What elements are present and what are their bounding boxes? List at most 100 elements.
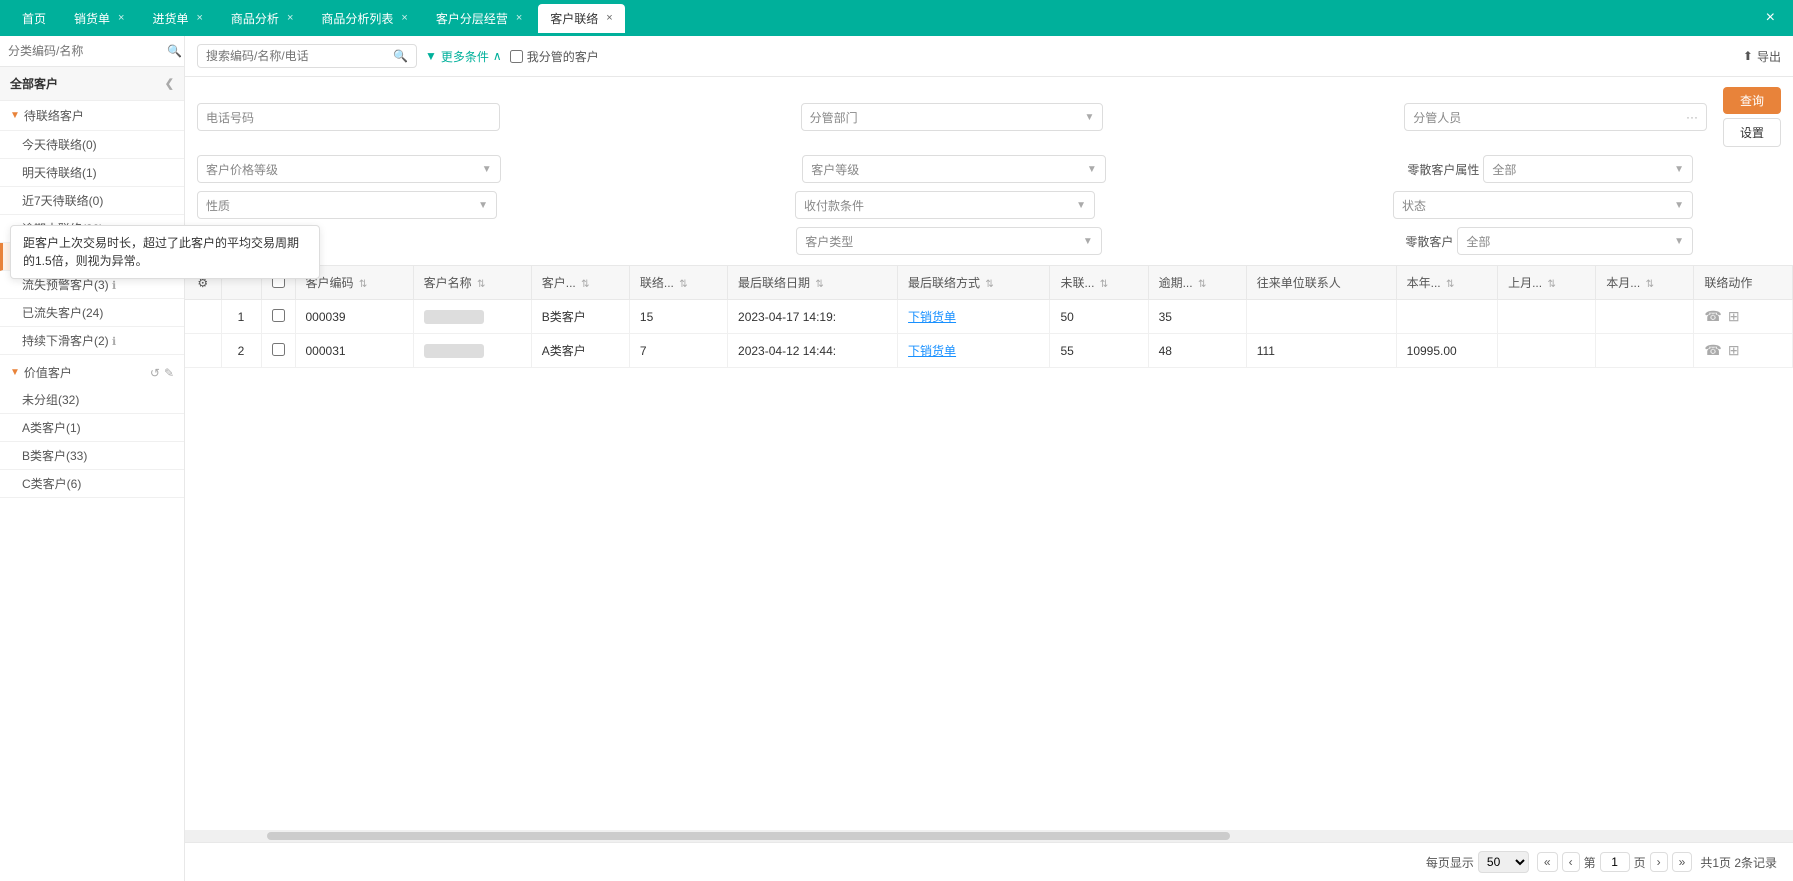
gender-field[interactable]: 性质 ▼ <box>197 191 497 219</box>
row2-code[interactable]: 000031 <box>295 334 413 368</box>
col-company-contact[interactable]: 往来单位联系人 <box>1246 266 1396 300</box>
col-last-month[interactable]: 上月... ⇅ <box>1498 266 1596 300</box>
retail-customer-field[interactable]: 全部 ▼ <box>1457 227 1693 255</box>
collapse-icon: ❮ <box>165 77 174 90</box>
edit-icon[interactable]: ✎ <box>164 366 174 380</box>
phone-field[interactable]: 电话号码 <box>197 103 500 131</box>
nav-purchase-close[interactable]: × <box>196 12 202 24</box>
scroll-thumb[interactable] <box>267 832 1229 840</box>
row1-last-contact-method[interactable]: 下销货单 <box>898 300 1050 334</box>
row1-checkbox-cell[interactable] <box>261 300 295 334</box>
row2-checkbox-cell[interactable] <box>261 334 295 368</box>
customer-level-arrow: ▼ <box>1087 164 1097 175</box>
row1-type: B类客户 <box>531 300 629 334</box>
export-button[interactable]: ⬆ 导出 <box>1743 48 1781 65</box>
name-sort-icon: ⇅ <box>477 279 485 290</box>
nav-product-analysis-close[interactable]: × <box>287 12 293 24</box>
tooltip-text: 距客户上次交易时长，超过了此客户的平均交易周期的1.5倍，则视为异常。 <box>23 236 184 268</box>
horizontal-scrollbar[interactable] <box>185 830 1793 842</box>
row2-this-year: 10995.00 <box>1396 334 1497 368</box>
class-b-item[interactable]: B类客户(33) <box>0 442 184 470</box>
class-c-item[interactable]: C类客户(6) <box>0 470 184 498</box>
dept-field[interactable]: 分管部门 ▼ <box>801 103 1104 131</box>
customer-type-field[interactable]: 客户类型 ▼ <box>796 227 1102 255</box>
row1-name[interactable] <box>413 300 531 334</box>
row1-method-link[interactable]: 下销货单 <box>908 310 956 324</box>
last-page-button[interactable]: » <box>1672 852 1693 872</box>
col-customer-type[interactable]: 客户... ⇅ <box>531 266 629 300</box>
my-customer-checkbox-container[interactable]: 我分管的客户 <box>510 48 599 65</box>
export-icon: ⬆ <box>1743 49 1753 63</box>
manager-field[interactable]: 分管人员 ··· <box>1404 103 1707 131</box>
settings-button[interactable]: 设置 <box>1723 118 1781 147</box>
week-contact-item[interactable]: 近7天待联络(0) <box>0 187 184 215</box>
today-contact-item[interactable]: 今天待联络(0) <box>0 131 184 159</box>
payment-field[interactable]: 收付款条件 ▼ <box>795 191 1095 219</box>
info-icon3: ℹ <box>112 336 116 348</box>
price-level-field[interactable]: 客户价格等级 ▼ <box>197 155 501 183</box>
nav-product-list-close[interactable]: × <box>401 12 407 24</box>
row2-contact-icon[interactable]: ☎ <box>1704 342 1721 359</box>
tomorrow-contact-item[interactable]: 明天待联络(1) <box>0 159 184 187</box>
query-button[interactable]: 查询 <box>1723 87 1781 114</box>
col-overdue[interactable]: 逾期... ⇅ <box>1148 266 1246 300</box>
nav-customer-contact-close[interactable]: × <box>606 12 612 24</box>
sidebar-search-input[interactable] <box>8 44 163 58</box>
filter-panel: 电话号码 分管部门 ▼ 分管人员 ··· 查询 设置 <box>185 77 1793 266</box>
row2-name[interactable] <box>413 334 531 368</box>
nav-item-sales[interactable]: 销货单 × <box>62 4 136 33</box>
nav-item-home[interactable]: 首页 <box>10 4 58 33</box>
row1-last-contact-date: 2023-04-17 14:19: <box>728 300 898 334</box>
col-customer-name[interactable]: 客户名称 ⇅ <box>413 266 531 300</box>
row1-code[interactable]: 000039 <box>295 300 413 334</box>
prev-page-button[interactable]: ‹ <box>1562 852 1580 872</box>
main-search-input[interactable] <box>206 49 389 63</box>
per-page-select[interactable]: 10 20 50 100 <box>1478 851 1529 873</box>
filter-row-2: 客户价格等级 ▼ 客户等级 ▼ 零散客户属性 全部 ▼ <box>197 155 1781 183</box>
col-last-contact-date[interactable]: 最后联络日期 ⇅ <box>728 266 898 300</box>
row1-contact-icon[interactable]: ☎ <box>1704 308 1721 325</box>
nav-item-product-list[interactable]: 商品分析列表 × <box>309 4 419 33</box>
row2-last-contact-method[interactable]: 下销货单 <box>898 334 1050 368</box>
nav-sales-close[interactable]: × <box>118 12 124 24</box>
nav-item-customer-tier[interactable]: 客户分层经营 × <box>424 4 534 33</box>
main-search-icon[interactable]: 🔍 <box>393 49 408 63</box>
row1-checkbox[interactable] <box>272 309 285 322</box>
row2-method-link[interactable]: 下销货单 <box>908 344 956 358</box>
my-customer-checkbox[interactable] <box>510 50 523 63</box>
reload-icon[interactable]: ↺ <box>150 366 160 380</box>
next-page-button[interactable]: › <box>1650 852 1668 872</box>
col-this-month[interactable]: 本月... ⇅ <box>1596 266 1694 300</box>
nav-item-purchase[interactable]: 进货单 × <box>140 4 214 33</box>
nav-item-customer-contact[interactable]: 客户联络 × <box>538 4 624 33</box>
status-field[interactable]: 状态 ▼ <box>1393 191 1693 219</box>
col-last-contact-method[interactable]: 最后联络方式 ⇅ <box>898 266 1050 300</box>
row1-more-icon[interactable]: ⊞ <box>1728 308 1740 325</box>
waiting-contact-header[interactable]: ▼ 待联络客户 <box>0 101 184 131</box>
row2-more-icon[interactable]: ⊞ <box>1728 342 1740 359</box>
window-close-button[interactable]: × <box>1758 5 1783 31</box>
first-page-button[interactable]: « <box>1537 852 1558 872</box>
row2-type: A类客户 <box>531 334 629 368</box>
sidebar-search-icon[interactable]: 🔍 <box>167 44 182 58</box>
value-customer-header[interactable]: ▼ 价值客户 ↺ ✎ <box>0 359 184 386</box>
row1-contact-count: 15 <box>629 300 727 334</box>
nav-item-product-analysis[interactable]: 商品分析 × <box>219 4 305 33</box>
page-number-input[interactable] <box>1600 852 1630 872</box>
continuous-down-item[interactable]: 持续下滑客户(2) ℹ <box>0 327 184 355</box>
unclassified-item[interactable]: 未分组(32) <box>0 386 184 414</box>
col-this-year[interactable]: 本年... ⇅ <box>1396 266 1497 300</box>
col-uncontacted[interactable]: 未联... ⇅ <box>1050 266 1148 300</box>
class-a-item[interactable]: A类客户(1) <box>0 414 184 442</box>
col-contact[interactable]: 联络... ⇅ <box>629 266 727 300</box>
payment-label: 收付款条件 <box>804 197 1072 214</box>
retail-attr-field[interactable]: 全部 ▼ <box>1483 155 1693 183</box>
dept-label: 分管部门 <box>810 109 1081 126</box>
nav-customer-contact-label: 客户联络 <box>550 10 598 27</box>
lost-customers-item[interactable]: 已流失客户(24) <box>0 299 184 327</box>
more-filter-button[interactable]: ▼ 更多条件 ∧ <box>425 48 502 65</box>
nav-customer-tier-close[interactable]: × <box>516 12 522 24</box>
row2-checkbox[interactable] <box>272 343 285 356</box>
all-customers-header[interactable]: 全部客户 ❮ <box>0 67 184 101</box>
customer-level-field[interactable]: 客户等级 ▼ <box>802 155 1106 183</box>
